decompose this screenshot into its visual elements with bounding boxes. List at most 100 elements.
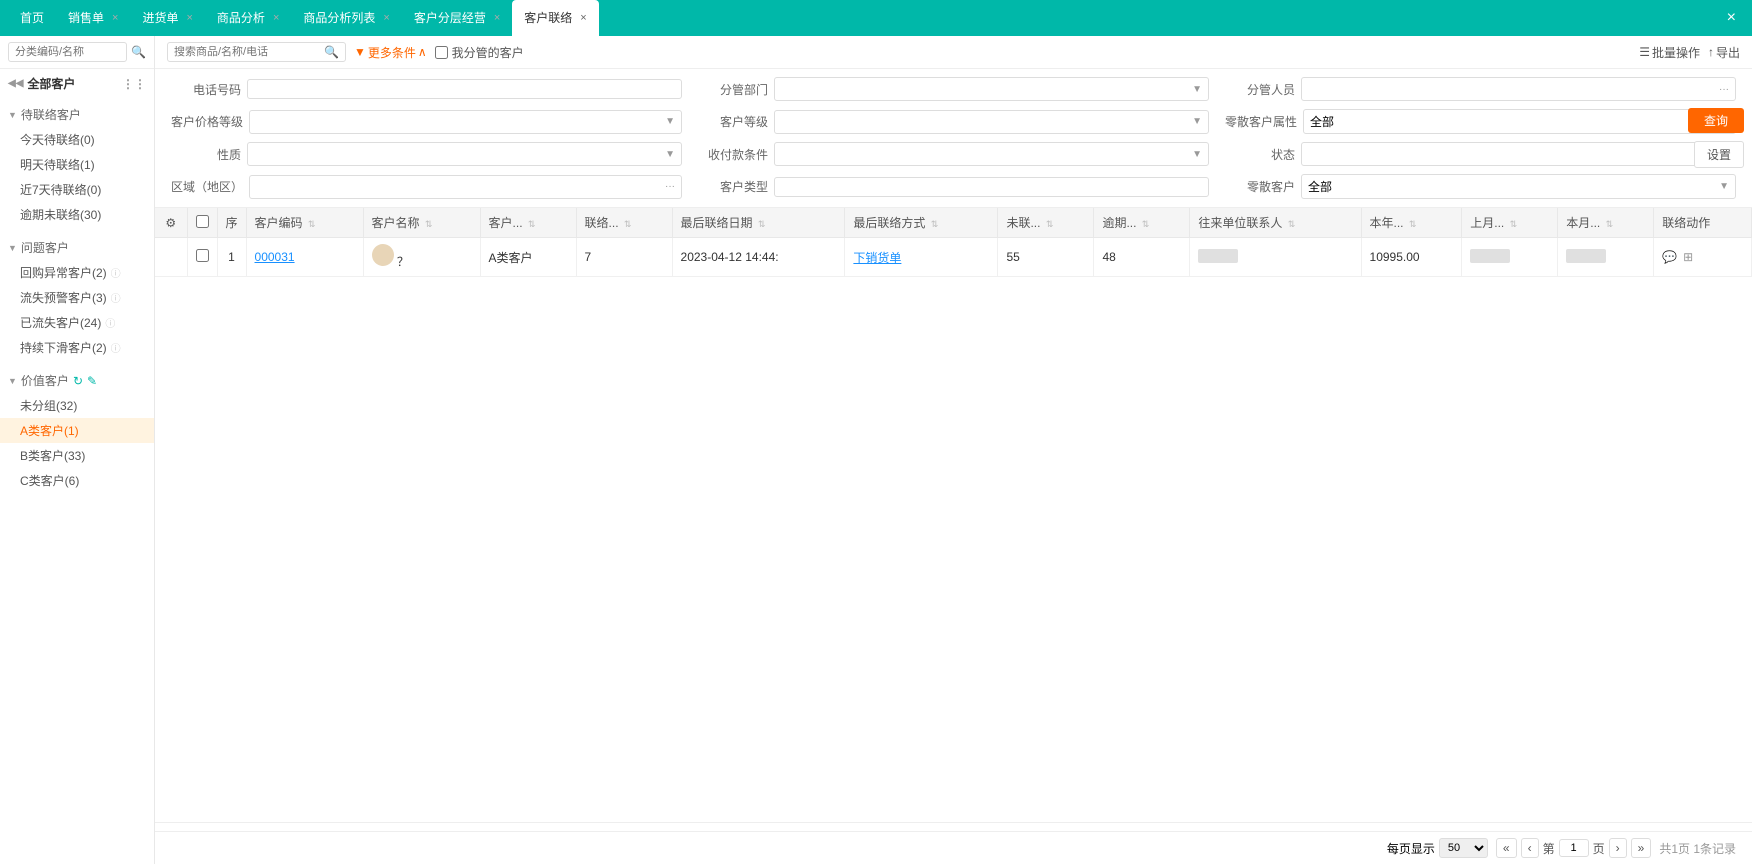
row-name-cell: ？	[363, 238, 480, 277]
problem-arrow-icon: ▼	[8, 243, 17, 253]
nature-label: 性质	[171, 146, 241, 163]
close-customer-contact-tab[interactable]: ×	[580, 0, 586, 36]
page-size-select[interactable]: 50 100	[1439, 838, 1488, 858]
export-button[interactable]: ↑ 导出	[1708, 44, 1740, 61]
dept-select[interactable]: ▼	[774, 77, 1209, 101]
next-page-button[interactable]: ›	[1609, 838, 1627, 858]
filter-search-input[interactable]	[174, 46, 324, 58]
table-contact-count-column[interactable]: 联络... ⇅	[576, 208, 672, 238]
status-select[interactable]: ▼	[1301, 142, 1736, 166]
row-code-cell[interactable]: 000031	[246, 238, 363, 277]
sidebar-item-tomorrow[interactable]: 明天待联络(1)	[0, 152, 154, 177]
close-purchase-tab[interactable]: ×	[186, 0, 192, 36]
app-root: 首页 销售单 × 进货单 × 商品分析 × 商品分析列表 × 客户分层经营 × …	[0, 0, 1752, 864]
table-overdue-column[interactable]: 逾期... ⇅	[1094, 208, 1190, 238]
window-close-button[interactable]: ×	[1719, 9, 1744, 27]
sidebar-section-value-title[interactable]: ▼ 价值客户 ↻ ✎	[0, 368, 154, 393]
prev-page-button[interactable]: ‹	[1521, 838, 1539, 858]
close-sales-tab[interactable]: ×	[112, 0, 118, 36]
sidebar-search-icon[interactable]: 🔍	[131, 45, 146, 59]
customer-type-input[interactable]	[774, 177, 1209, 197]
sidebar-item-churned[interactable]: 已流失客户(24) ⓘ	[0, 310, 154, 335]
sidebar-search-area: 🔍	[0, 36, 154, 69]
sidebar-all-customers[interactable]: ◀◀ 全部客户 ⋮⋮	[0, 69, 154, 98]
sidebar-item-unclassified[interactable]: 未分组(32)	[0, 393, 154, 418]
my-customers-checkbox[interactable]	[435, 46, 448, 59]
filter-row-scattered-attr: 零散客户属性 全部 ▼	[1225, 109, 1736, 134]
sidebar-dots-icon[interactable]: ⋮⋮	[122, 77, 146, 91]
region-select[interactable]: ···	[249, 175, 682, 199]
price-level-select[interactable]: ▼	[249, 110, 682, 134]
customer-level-select[interactable]: ▼	[774, 110, 1209, 134]
filter-row-region: 区域（地区） ···	[171, 174, 682, 199]
nav-product-analysis[interactable]: 商品分析 ×	[205, 0, 291, 36]
last-page-button[interactable]: »	[1631, 838, 1652, 858]
filter-row-status: 状态 ▼	[1225, 142, 1736, 166]
sidebar-item-b-class[interactable]: B类客户(33)	[0, 443, 154, 468]
settings-button[interactable]: 设置	[1694, 141, 1744, 168]
table-type-column[interactable]: 客户... ⇅	[480, 208, 576, 238]
query-button[interactable]: 查询	[1688, 108, 1744, 133]
table-not-contacted-column[interactable]: 未联... ⇅	[998, 208, 1094, 238]
table-this-month-column[interactable]: 本月... ⇅	[1558, 208, 1654, 238]
sidebar-search-input[interactable]	[8, 42, 127, 62]
page-size-label: 每页显示	[1387, 840, 1435, 857]
nav-sales[interactable]: 销售单 ×	[56, 0, 130, 36]
scattered-select[interactable]: 全部 ▼	[1301, 174, 1736, 199]
first-page-button[interactable]: «	[1496, 838, 1517, 858]
action-chat-icon[interactable]: 💬	[1662, 250, 1677, 264]
page-number-input[interactable]	[1559, 839, 1589, 857]
nature-arrow-icon: ▼	[665, 149, 675, 160]
nav-product-analysis-list[interactable]: 商品分析列表 ×	[291, 0, 401, 36]
table-last-contact-method-column[interactable]: 最后联络方式 ⇅	[845, 208, 998, 238]
row-last-method-link[interactable]: 下销货单	[853, 251, 901, 265]
sidebar-item-a-class[interactable]: A类客户(1)	[0, 418, 154, 443]
manager-select[interactable]: ···	[1301, 77, 1736, 101]
batch-operations-button[interactable]: ☰ 批量操作	[1639, 44, 1700, 61]
payment-select[interactable]: ▼	[774, 142, 1209, 166]
sidebar-section-problem-title[interactable]: ▼ 问题客户	[0, 235, 154, 260]
select-all-checkbox[interactable]	[196, 215, 209, 228]
value-edit-icon[interactable]: ✎	[87, 374, 97, 388]
table-this-year-column[interactable]: 本年... ⇅	[1361, 208, 1462, 238]
close-product-analysis-tab[interactable]: ×	[273, 0, 279, 36]
filter-more-conditions[interactable]: ▼ 更多条件 ∧	[354, 44, 427, 61]
nature-select[interactable]: ▼	[247, 142, 682, 166]
filter-icon: ▼	[354, 45, 366, 59]
nav-customer-contact[interactable]: 客户联络 ×	[512, 0, 598, 36]
value-refresh-icon[interactable]: ↻	[73, 374, 83, 388]
table-last-month-column[interactable]: 上月... ⇅	[1462, 208, 1558, 238]
sidebar-item-churn-warning[interactable]: 流失预警客户(3) ⓘ	[0, 285, 154, 310]
close-customer-layering-tab[interactable]: ×	[494, 0, 500, 36]
overdue-sort-icon: ⇅	[1142, 219, 1150, 229]
table-code-column[interactable]: 客户编码 ⇅	[246, 208, 363, 238]
sidebar-section-pending-title[interactable]: ▼ 待联络客户	[0, 102, 154, 127]
table-name-column[interactable]: 客户名称 ⇅	[363, 208, 480, 238]
sidebar-item-overdue[interactable]: 逾期未联络(30)	[0, 202, 154, 227]
nav-purchase[interactable]: 进货单 ×	[130, 0, 204, 36]
sidebar-item-today[interactable]: 今天待联络(0)	[0, 127, 154, 152]
scattered-attr-select[interactable]: 全部 ▼	[1303, 109, 1736, 134]
filter-row-customer-level: 客户等级 ▼	[698, 109, 1209, 134]
sidebar-item-7days[interactable]: 近7天待联络(0)	[0, 177, 154, 202]
info-icon-2: ⓘ	[111, 290, 121, 305]
nav-customer-layering[interactable]: 客户分层经营 ×	[402, 0, 512, 36]
action-link-icon[interactable]: ⊞	[1683, 250, 1693, 264]
contact-person-sort-icon: ⇅	[1288, 219, 1296, 229]
table-last-contact-date-column[interactable]: 最后联络日期 ⇅	[672, 208, 845, 238]
table-contact-person-column[interactable]: 往来单位联系人 ⇅	[1190, 208, 1361, 238]
nav-home[interactable]: 首页	[8, 0, 56, 36]
horizontal-scroll[interactable]	[155, 822, 1752, 831]
sidebar-item-c-class[interactable]: C类客户(6)	[0, 468, 154, 493]
info-icon-3: ⓘ	[105, 315, 115, 330]
table-settings-column[interactable]: ⚙	[155, 208, 187, 238]
close-product-analysis-list-tab[interactable]: ×	[383, 0, 389, 36]
filter-row-manager: 分管人员 ···	[1225, 77, 1736, 101]
sidebar-item-declining[interactable]: 持续下滑客户(2) ⓘ	[0, 335, 154, 360]
filter-search-icon[interactable]: 🔍	[324, 45, 339, 59]
phone-input[interactable]	[247, 79, 682, 99]
region-label: 区域（地区）	[171, 178, 243, 195]
sidebar-item-abnormal-repurchase[interactable]: 回购异常客户(2) ⓘ	[0, 260, 154, 285]
last-date-sort-icon: ⇅	[758, 219, 766, 229]
row-checkbox[interactable]	[196, 249, 209, 262]
